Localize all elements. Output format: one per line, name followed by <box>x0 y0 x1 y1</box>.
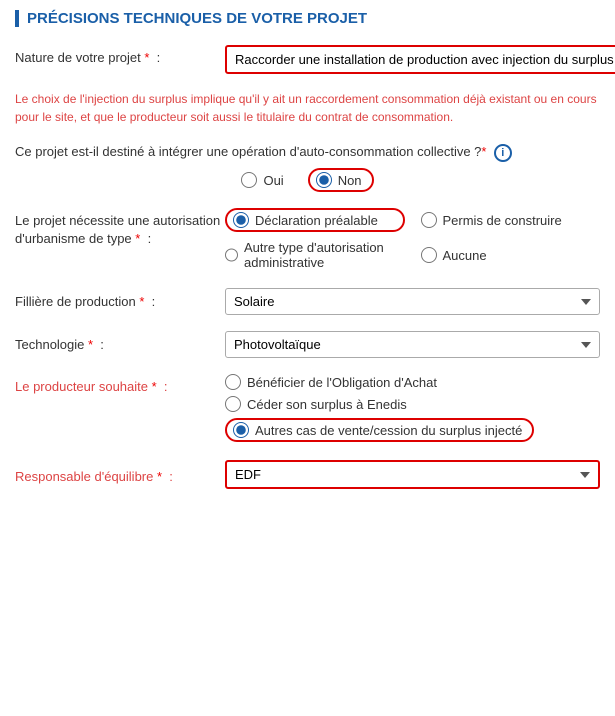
nature-row: Nature de votre projet * : Raccorder une… <box>15 45 600 74</box>
autoconso-info-icon[interactable]: i <box>494 144 512 162</box>
autorisation-options: Déclaration préalable Permis de construi… <box>225 208 600 270</box>
producteur-autres-option[interactable]: Autres cas de vente/cession du surplus i… <box>225 418 534 442</box>
section-title: PRÉCISIONS TECHNIQUES DE VOTRE PROJET <box>15 10 600 27</box>
autorisation-permis-radio[interactable] <box>421 212 437 228</box>
technologie-row: Technologie * : Photovoltaïque <box>15 331 600 358</box>
filiere-select-wrap: Solaire <box>225 288 600 315</box>
autorisation-label: Le projet nécessite une autorisation d'u… <box>15 208 225 248</box>
nature-control: Raccorder une installation de production… <box>225 45 615 74</box>
technologie-label: Technologie * : <box>15 337 225 352</box>
producteur-row: Le producteur souhaite * : Bénéficier de… <box>15 374 600 442</box>
autoconso-non-radio[interactable] <box>316 172 332 188</box>
responsable-row: Responsable d'équilibre * : EDF <box>15 460 600 489</box>
autorisation-permis-option[interactable]: Permis de construire <box>421 208 601 232</box>
responsable-label: Responsable d'équilibre * : <box>15 464 225 486</box>
producteur-surplus-option[interactable]: Céder son surplus à Enedis <box>225 396 534 412</box>
autoconso-question-row: Ce projet est-il destiné à intégrer une … <box>15 142 600 162</box>
producteur-autres-radio[interactable] <box>233 422 249 438</box>
autorisation-aucune-radio[interactable] <box>421 247 437 263</box>
autoconso-radios: Oui Non <box>15 168 600 192</box>
autorisation-autre-radio[interactable] <box>225 247 238 263</box>
producteur-label: Le producteur souhaite * : <box>15 374 225 396</box>
nature-label: Nature de votre projet * : <box>15 45 225 67</box>
autorisation-grid: Déclaration préalable Permis de construi… <box>225 208 600 270</box>
responsable-select-wrap: EDF <box>225 460 600 489</box>
technologie-select[interactable]: Photovoltaïque <box>225 331 600 358</box>
autorisation-row: Le projet nécessite une autorisation d'u… <box>15 208 600 270</box>
autorisation-autre-option[interactable]: Autre type d'autorisation administrative <box>225 240 405 270</box>
producteur-obligation-option[interactable]: Bénéficier de l'Obligation d'Achat <box>225 374 534 390</box>
filiere-label: Fillière de production * : <box>15 294 225 309</box>
warning-text: Le choix de l'injection du surplus impli… <box>15 90 600 126</box>
autoconso-question-text: Ce projet est-il destiné à intégrer une … <box>15 142 512 162</box>
filiere-select[interactable]: Solaire <box>225 288 600 315</box>
autoconso-oui-option[interactable]: Oui <box>241 172 283 188</box>
section-title-text: PRÉCISIONS TECHNIQUES DE VOTRE PROJET <box>27 10 367 27</box>
producteur-obligation-radio[interactable] <box>225 374 241 390</box>
autoconso-oui-radio[interactable] <box>241 172 257 188</box>
technologie-select-wrap: Photovoltaïque <box>225 331 600 358</box>
nature-select[interactable]: Raccorder une installation de production… <box>225 45 615 74</box>
producteur-options: Bénéficier de l'Obligation d'Achat Céder… <box>225 374 534 442</box>
autorisation-declaration-option[interactable]: Déclaration préalable <box>225 208 405 232</box>
autoconso-non-option[interactable]: Non <box>308 168 374 192</box>
autorisation-aucune-option[interactable]: Aucune <box>421 240 601 270</box>
autorisation-declaration-radio[interactable] <box>233 212 249 228</box>
producteur-surplus-radio[interactable] <box>225 396 241 412</box>
responsable-select[interactable]: EDF <box>225 460 600 489</box>
filiere-row: Fillière de production * : Solaire <box>15 288 600 315</box>
